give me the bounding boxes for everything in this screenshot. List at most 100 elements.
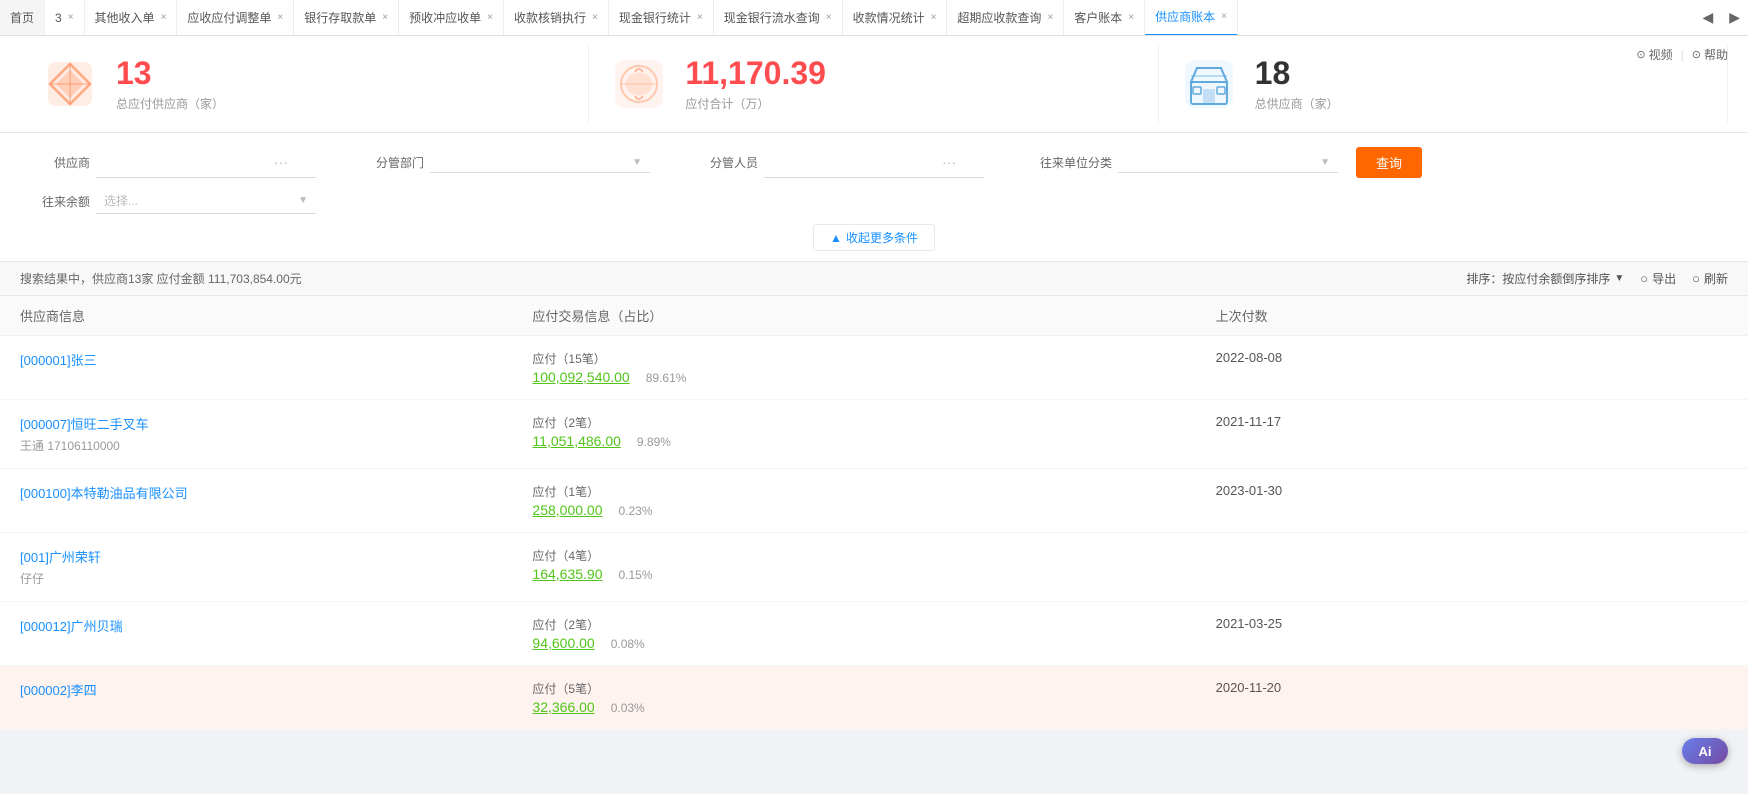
transaction-cell: 应付（1笔） 258,000.00 0.23% bbox=[532, 483, 1215, 518]
nav-supplier-ledger[interactable]: 供应商账本 × bbox=[1145, 0, 1238, 36]
transaction-amount[interactable]: 164,635.90 bbox=[532, 566, 602, 582]
supplier-label: 供应商 bbox=[20, 154, 90, 171]
close-icon[interactable]: × bbox=[277, 12, 283, 23]
supplier-link[interactable]: [000007]恒旺二手叉车 bbox=[20, 417, 149, 432]
close-icon[interactable]: × bbox=[931, 12, 937, 23]
last-payment-date: 2021-11-17 bbox=[1216, 414, 1282, 429]
unit-category-select[interactable]: ▼ bbox=[1118, 153, 1338, 173]
transaction-amount[interactable]: 94,600.00 bbox=[532, 635, 594, 651]
transaction-type: 应付（2笔） bbox=[532, 616, 1215, 633]
nav-prev[interactable]: ◀ bbox=[1694, 0, 1721, 36]
last-payment-date: 2020-11-20 bbox=[1216, 680, 1282, 695]
close-icon[interactable]: × bbox=[592, 12, 598, 23]
table-body: [000001]张三 应付（15笔） 100,092,540.00 89.61%… bbox=[0, 336, 1748, 730]
table-row: [001]广州荣轩 仔仔 应付（4笔） 164,635.90 0.15% bbox=[0, 533, 1748, 602]
export-label: 导出 bbox=[1652, 270, 1676, 287]
chevron-down-icon: ▼ bbox=[632, 157, 642, 168]
filter-balance: 往来余额 选择... ▼ bbox=[20, 188, 316, 214]
supplier-input[interactable] bbox=[104, 151, 274, 173]
balance-placeholder: 选择... bbox=[104, 192, 138, 209]
close-icon[interactable]: × bbox=[697, 12, 703, 23]
table-row: [000001]张三 应付（15笔） 100,092,540.00 89.61%… bbox=[0, 336, 1748, 400]
nav-tab-3[interactable]: 3 × bbox=[45, 0, 85, 36]
transaction-amount[interactable]: 32,366.00 bbox=[532, 699, 594, 715]
nav-overdue-query[interactable]: 超期应收款查询 × bbox=[947, 0, 1064, 36]
supplier-link[interactable]: [000001]张三 bbox=[20, 353, 97, 368]
table-row: [000002]李四 应付（5笔） 32,366.00 0.03% 2020-1… bbox=[0, 666, 1748, 730]
video-link[interactable]: 视频 bbox=[1649, 46, 1673, 63]
close-icon[interactable]: × bbox=[161, 12, 167, 23]
nav-next[interactable]: ▶ bbox=[1721, 0, 1748, 36]
supplier-cell: [000100]本特勒油品有限公司 bbox=[20, 483, 532, 502]
last-payment-cell: 2023-01-30 bbox=[1216, 483, 1728, 498]
close-icon[interactable]: × bbox=[68, 12, 74, 23]
nav-home[interactable]: 首页 bbox=[0, 0, 45, 36]
stat-total-payable-amount: 11,170.39 应付合计（万） bbox=[589, 46, 1158, 122]
collapse-container: ▲ 收起更多条件 bbox=[20, 224, 1728, 251]
result-summary: 搜索结果中，供应商13家 应付金额 111,703,854.00元 bbox=[20, 270, 302, 287]
col-header-last-payment: 上次付数 bbox=[1216, 306, 1728, 325]
diamond-icon bbox=[40, 54, 100, 114]
stat-total-suppliers-payable: 13 总应付供应商（家） bbox=[20, 46, 589, 122]
supplier-link[interactable]: [000012]广州贝瑞 bbox=[20, 619, 123, 634]
nav-adjustment[interactable]: 应收应付调整单 × bbox=[177, 0, 294, 36]
stat1-label: 总应付供应商（家） bbox=[116, 95, 224, 112]
unit-category-label: 往来单位分类 bbox=[1022, 154, 1112, 171]
close-icon[interactable]: × bbox=[1221, 11, 1227, 22]
filter-row-1: 供应商 ··· 分管部门 ▼ 分管人员 ··· 往来单位分类 bbox=[20, 147, 1728, 178]
export-button[interactable]: ○ 导出 bbox=[1640, 270, 1676, 287]
department-label: 分管部门 bbox=[354, 154, 424, 171]
result-bar: 搜索结果中，供应商13家 应付金额 111,703,854.00元 排序：按应付… bbox=[0, 262, 1748, 296]
refresh-label: 刷新 bbox=[1704, 270, 1728, 287]
nav-other-income[interactable]: 其他收入单 × bbox=[85, 0, 178, 36]
sort-button[interactable]: 排序：按应付余额倒序排序 ▼ bbox=[1466, 270, 1624, 287]
table-container: 供应商信息 应付交易信息（占比） 上次付数 [000001]张三 应付（15笔）… bbox=[0, 296, 1748, 730]
ai-button[interactable]: Ai bbox=[1682, 738, 1728, 764]
nav-cash-bank-stat[interactable]: 现金银行统计 × bbox=[609, 0, 714, 36]
person-input[interactable] bbox=[772, 151, 942, 173]
close-icon[interactable]: × bbox=[1128, 12, 1134, 23]
close-icon[interactable]: × bbox=[826, 12, 832, 23]
person-input-container[interactable]: ··· bbox=[764, 147, 984, 178]
transaction-amount[interactable]: 11,051,486.00 bbox=[532, 433, 621, 449]
filter-supplier: 供应商 ··· bbox=[20, 147, 316, 178]
supplier-link[interactable]: [000100]本特勒油品有限公司 bbox=[20, 486, 188, 501]
nav-payment-verify[interactable]: 收款核销执行 × bbox=[504, 0, 609, 36]
supplier-link[interactable]: [000002]李四 bbox=[20, 683, 97, 698]
nav-advance-receipt[interactable]: 预收冲应收单 × bbox=[399, 0, 504, 36]
close-icon[interactable]: × bbox=[382, 12, 388, 23]
last-payment-date: 2021-03-25 bbox=[1216, 616, 1283, 631]
supplier-input-container[interactable]: ··· bbox=[96, 147, 316, 178]
shop-icon bbox=[1179, 54, 1239, 114]
refresh-button[interactable]: ○ 刷新 bbox=[1692, 270, 1728, 287]
nav-cash-flow-query[interactable]: 现金银行流水查询 × bbox=[714, 0, 843, 36]
nav-collection-stat[interactable]: 收款情况统计 × bbox=[843, 0, 948, 36]
balance-label: 往来余额 bbox=[20, 193, 90, 210]
supplier-sub: 仔仔 bbox=[20, 570, 532, 587]
nav-customer-ledger[interactable]: 客户账本 × bbox=[1064, 0, 1145, 36]
sort-label: 排序：按应付余额倒序排序 bbox=[1466, 270, 1610, 287]
supplier-link[interactable]: [001]广州荣轩 bbox=[20, 550, 101, 565]
last-payment-date: 2023-01-30 bbox=[1216, 483, 1283, 498]
nav-bank-deposit[interactable]: 银行存取款单 × bbox=[294, 0, 399, 36]
close-icon[interactable]: × bbox=[1047, 12, 1053, 23]
transaction-pct: 0.15% bbox=[618, 568, 652, 582]
transaction-amount[interactable]: 258,000.00 bbox=[532, 502, 602, 518]
transaction-type: 应付（15笔） bbox=[532, 350, 1215, 367]
collapse-button[interactable]: ▲ 收起更多条件 bbox=[813, 224, 935, 251]
department-select[interactable]: ▼ bbox=[430, 153, 650, 173]
help-link[interactable]: 帮助 bbox=[1704, 46, 1728, 63]
balance-select[interactable]: 选择... ▼ bbox=[96, 188, 316, 214]
transaction-type: 应付（5笔） bbox=[532, 680, 1215, 697]
stat2-content: 11,170.39 应付合计（万） bbox=[685, 56, 826, 112]
divider: | bbox=[1681, 48, 1684, 62]
sort-chevron-icon: ▼ bbox=[1614, 273, 1624, 284]
stat2-number: 11,170.39 bbox=[685, 56, 826, 91]
transaction-cell: 应付（2笔） 11,051,486.00 9.89% bbox=[532, 414, 1215, 449]
result-bar-right: 排序：按应付余额倒序排序 ▼ ○ 导出 ○ 刷新 bbox=[1466, 270, 1728, 287]
close-icon[interactable]: × bbox=[487, 12, 493, 23]
transaction-amount[interactable]: 100,092,540.00 bbox=[532, 369, 629, 385]
transaction-row: 11,051,486.00 9.89% bbox=[532, 431, 1215, 449]
filter-unit-category: 往来单位分类 ▼ bbox=[1022, 153, 1338, 173]
query-button[interactable]: 查询 bbox=[1356, 147, 1422, 178]
